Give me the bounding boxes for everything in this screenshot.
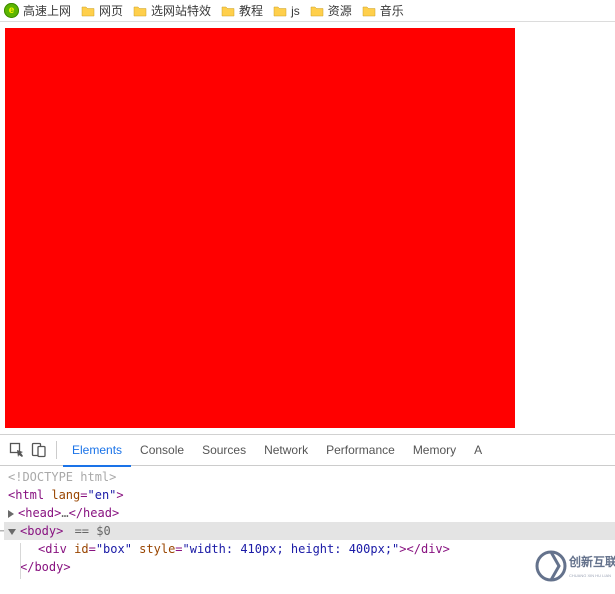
tab-elements[interactable]: Elements — [63, 435, 131, 467]
bookmarks-bar: e 高速上网 网页 选网站特效 教程 js 资源 音乐 — [0, 0, 615, 22]
folder-icon — [133, 4, 147, 18]
tab-application-cut[interactable]: A — [465, 435, 482, 467]
page-viewport — [0, 22, 615, 435]
dom-doctype[interactable]: <!DOCTYPE html> — [4, 468, 615, 486]
tab-label: Console — [140, 443, 184, 457]
tab-sources[interactable]: Sources — [193, 435, 255, 467]
bookmark-highspeed[interactable]: e 高速上网 — [2, 0, 79, 21]
bookmark-music[interactable]: 音乐 — [360, 0, 412, 21]
bookmark-js[interactable]: js — [271, 0, 308, 21]
tree-guide-line — [20, 543, 21, 579]
bookmark-label: 高速上网 — [23, 2, 71, 19]
tab-label: Sources — [202, 443, 246, 457]
bookmark-label: js — [291, 4, 300, 18]
bookmark-label: 音乐 — [380, 2, 404, 19]
folder-icon — [362, 4, 376, 18]
tab-label: A — [474, 443, 482, 457]
bookmark-label: 选网站特效 — [151, 2, 211, 19]
inspect-element-icon[interactable] — [6, 439, 28, 461]
tab-label: Performance — [326, 443, 395, 457]
dom-head[interactable]: <head>…</head> — [4, 504, 615, 522]
bookmark-label: 教程 — [239, 2, 263, 19]
dom-body-open[interactable]: <body> == $0 — [4, 522, 615, 540]
globe-icon: e — [4, 3, 19, 18]
divider — [56, 441, 57, 459]
tab-label: Memory — [413, 443, 456, 457]
bookmark-label: 资源 — [328, 2, 352, 19]
bookmark-resource[interactable]: 资源 — [308, 0, 360, 21]
dom-tree[interactable]: <!DOCTYPE html> <html lang="en"> <head>…… — [0, 466, 615, 576]
folder-icon — [310, 4, 324, 18]
gutter-ellipsis-icon[interactable]: ⋯ — [0, 523, 5, 541]
dom-html-open[interactable]: <html lang="en"> — [4, 486, 615, 504]
folder-icon — [81, 4, 95, 18]
dom-body-close[interactable]: </body> — [4, 558, 615, 576]
tab-console[interactable]: Console — [131, 435, 193, 467]
folder-icon — [273, 4, 287, 18]
devtools-tabbar: Elements Console Sources Network Perform… — [0, 435, 615, 466]
dom-div-box[interactable]: <div id="box" style="width: 410px; heigh… — [4, 540, 615, 558]
folder-icon — [221, 4, 235, 18]
tab-network[interactable]: Network — [255, 435, 317, 467]
bookmark-webpage[interactable]: 网页 — [79, 0, 131, 21]
red-box — [5, 28, 515, 428]
tab-label: Network — [264, 443, 308, 457]
tab-memory[interactable]: Memory — [404, 435, 465, 467]
caret-right-icon[interactable] — [8, 510, 14, 518]
tab-label: Elements — [72, 443, 122, 457]
bookmark-site-effects[interactable]: 选网站特效 — [131, 0, 219, 21]
selected-node-indicator: == $0 — [63, 524, 110, 538]
caret-down-icon[interactable] — [8, 529, 16, 535]
device-toolbar-icon[interactable] — [28, 439, 50, 461]
tab-performance[interactable]: Performance — [317, 435, 404, 467]
devtools-panel: Elements Console Sources Network Perform… — [0, 435, 615, 594]
bookmark-label: 网页 — [99, 2, 123, 19]
bookmark-tutorial[interactable]: 教程 — [219, 0, 271, 21]
